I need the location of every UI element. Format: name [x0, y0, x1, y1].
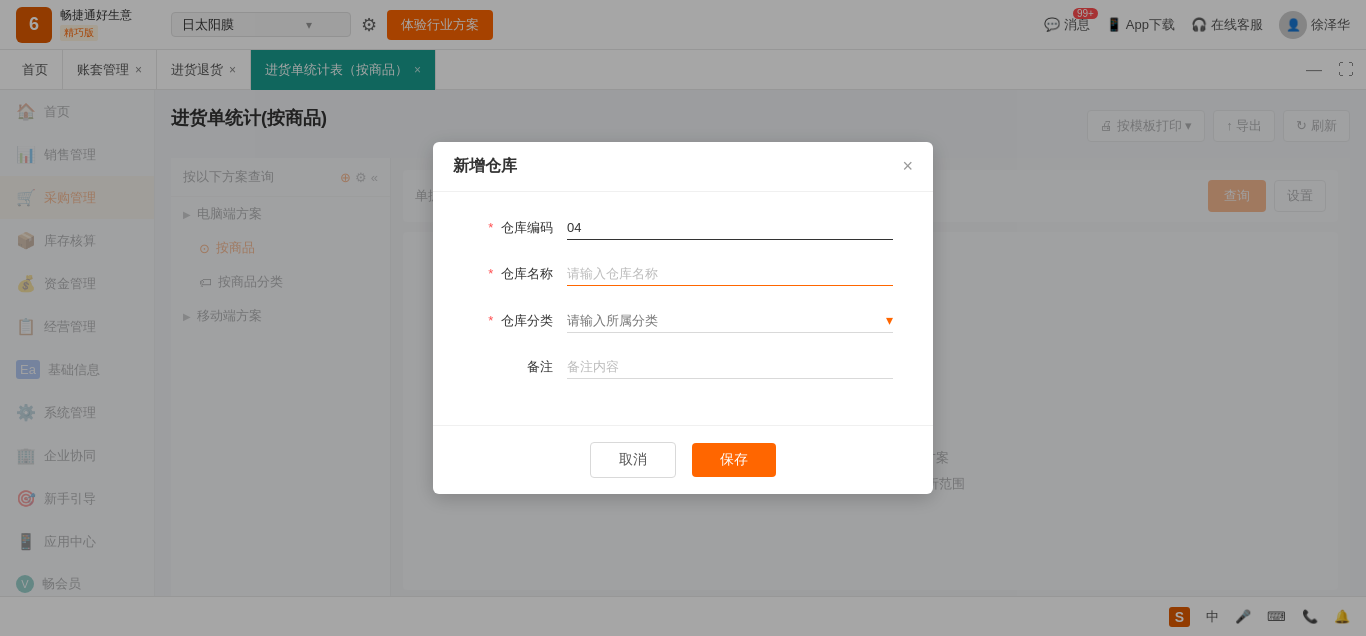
warehouse-remark-label: 备注 — [473, 358, 553, 376]
code-required-mark: * — [488, 220, 493, 235]
warehouse-category-select[interactable]: ▾ — [567, 308, 893, 333]
warehouse-code-input[interactable] — [567, 216, 893, 240]
modal-close-button[interactable]: × — [902, 156, 913, 177]
warehouse-remark-row: 备注 — [473, 355, 893, 379]
category-input[interactable] — [567, 313, 886, 328]
warehouse-category-row: * 仓库分类 ▾ — [473, 308, 893, 333]
add-warehouse-modal: 新增仓库 × * 仓库编码 * 仓库名称 — [433, 142, 933, 494]
warehouse-code-label: * 仓库编码 — [473, 219, 553, 237]
modal-footer: 取消 保存 — [433, 425, 933, 494]
category-required-mark: * — [488, 313, 493, 328]
modal-header: 新增仓库 × — [433, 142, 933, 192]
warehouse-name-input[interactable] — [567, 262, 893, 286]
warehouse-remark-input[interactable] — [567, 355, 893, 379]
warehouse-code-row: * 仓库编码 — [473, 216, 893, 240]
category-dropdown-icon[interactable]: ▾ — [886, 312, 893, 328]
warehouse-name-label: * 仓库名称 — [473, 265, 553, 283]
modal-body: * 仓库编码 * 仓库名称 * 仓库分类 — [433, 192, 933, 425]
warehouse-category-label: * 仓库分类 — [473, 312, 553, 330]
name-required-mark: * — [488, 266, 493, 281]
save-button[interactable]: 保存 — [692, 443, 776, 477]
warehouse-name-row: * 仓库名称 — [473, 262, 893, 286]
modal-overlay: 新增仓库 × * 仓库编码 * 仓库名称 — [0, 0, 1366, 636]
cancel-button[interactable]: 取消 — [590, 442, 676, 478]
modal-title: 新增仓库 — [453, 156, 517, 177]
